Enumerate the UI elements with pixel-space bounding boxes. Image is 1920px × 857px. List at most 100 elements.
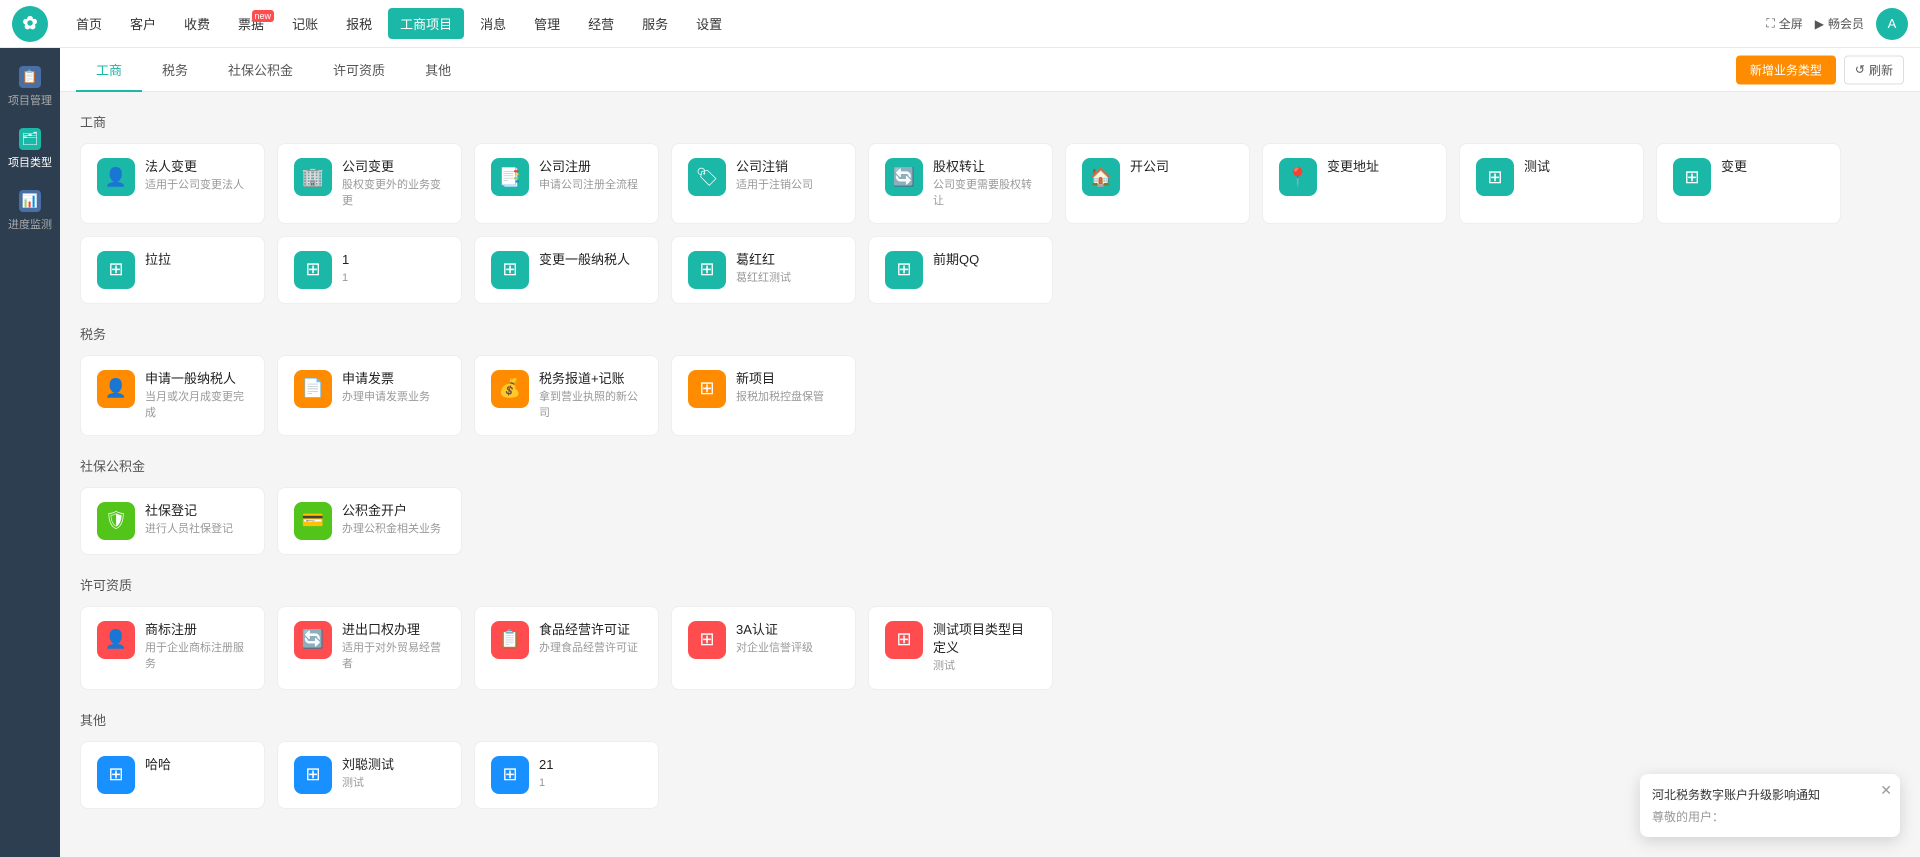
- card-title-11: 变更一般纳税人: [539, 251, 630, 269]
- card-icon-1: 🏢: [294, 158, 332, 196]
- nav-manage[interactable]: 管理: [522, 8, 572, 39]
- card-liucong-ceshi[interactable]: ⊞ 刘聪测试 测试: [277, 741, 462, 809]
- card-xk-title-3: 3A认证: [736, 621, 813, 639]
- card-one[interactable]: ⊞ 1 1: [277, 236, 462, 304]
- card-biangeng-납세[interactable]: ⊞ 变更一般纳税人: [474, 236, 659, 304]
- logo-icon: ✿: [22, 13, 37, 34]
- tab-gongshang[interactable]: 工商: [76, 49, 142, 92]
- card-3a-renzheng[interactable]: ⊞ 3A认证 对企业信誉评级: [671, 606, 856, 690]
- tab-bar: 工商 税务 社保公积金 许可资质 其他 新增业务类型 ↺ 刷新: [60, 48, 1920, 92]
- xuke-card-grid: 👤 商标注册 用于企业商标注册服务 🔄 进出口权办理 适用于对外贸易经营者 📋: [80, 606, 1900, 690]
- card-title-7: 测试: [1524, 158, 1550, 176]
- card-shenqing-yiban[interactable]: 👤 申请一般纳税人 当月或次月成变更完成: [80, 355, 265, 436]
- nav-fee[interactable]: 收费: [172, 8, 222, 39]
- tab-shuiwu[interactable]: 税务: [142, 49, 208, 92]
- card-title-1: 公司变更: [342, 158, 445, 176]
- tab-xuke[interactable]: 许可资质: [313, 49, 405, 92]
- card-qt-title-1: 刘聪测试: [342, 756, 394, 774]
- section-qita: 其他 ⊞ 哈哈 ⊞ 刘聪测试 测试 ⊞: [80, 710, 1900, 809]
- card-ceshi-xiangmu-leixing[interactable]: ⊞ 测试项目类型目定义 测试: [868, 606, 1053, 690]
- card-sw-desc-3: 报税加税控盘保管: [736, 390, 824, 405]
- card-faziren-biangeng[interactable]: 👤 法人变更 适用于公司变更法人: [80, 143, 265, 224]
- nav-settings[interactable]: 设置: [684, 8, 734, 39]
- card-shipin-xuke[interactable]: 📋 食品经营许可证 办理食品经营许可证: [474, 606, 659, 690]
- card-sw-icon-1: 📄: [294, 370, 332, 408]
- nav-message[interactable]: 消息: [468, 8, 518, 39]
- section-title-xuke: 许可资质: [80, 575, 1900, 594]
- gongshang-card-grid: 👤 法人变更 适用于公司变更法人 🏢 公司变更 股权变更外的业务变更 📑: [80, 143, 1900, 304]
- card-qt-icon-2: ⊞: [491, 756, 529, 794]
- nav-industry[interactable]: 工商项目: [388, 8, 464, 39]
- refresh-icon: ↺: [1855, 63, 1865, 77]
- sidebar-item-progress[interactable]: 📊 进度监测: [0, 180, 60, 242]
- card-qt-icon-1: ⊞: [294, 756, 332, 794]
- avatar[interactable]: A: [1876, 8, 1908, 40]
- notification-close-button[interactable]: ✕: [1880, 782, 1892, 799]
- nav-customer[interactable]: 客户: [118, 8, 168, 39]
- tab-qita[interactable]: 其他: [405, 49, 471, 92]
- card-ceshi[interactable]: ⊞ 测试: [1459, 143, 1644, 224]
- top-navigation: ✿ 首页 客户 收费 票据 new 记账 报税 工商项目 消息 管理 经营 服务…: [0, 0, 1920, 48]
- card-xk-desc-2: 办理食品经营许可证: [539, 641, 638, 656]
- card-sw-title-2: 税务报道+记账: [539, 370, 642, 388]
- refresh-button[interactable]: ↺ 刷新: [1844, 55, 1904, 84]
- card-sw-desc-0: 当月或次月成变更完成: [145, 390, 248, 421]
- app-logo[interactable]: ✿: [12, 6, 48, 42]
- card-xk-icon-0: 👤: [97, 621, 135, 659]
- card-icon-10: ⊞: [294, 251, 332, 289]
- card-icon-7: ⊞: [1476, 158, 1514, 196]
- fullscreen-button[interactable]: ⛶ 全屏: [1766, 15, 1802, 32]
- card-xk-desc-0: 用于企业商标注册服务: [145, 641, 248, 672]
- card-lala[interactable]: ⊞ 拉拉: [80, 236, 265, 304]
- nav-service[interactable]: 服务: [630, 8, 680, 39]
- section-title-shebao: 社保公积金: [80, 456, 1900, 475]
- nav-operation[interactable]: 经营: [576, 8, 626, 39]
- card-icon-9: ⊞: [97, 251, 135, 289]
- card-icon-5: 🏠: [1082, 158, 1120, 196]
- tab-shebao[interactable]: 社保公积金: [208, 49, 313, 92]
- card-gongsi-biangeng[interactable]: 🏢 公司变更 股权变更外的业务变更: [277, 143, 462, 224]
- card-gehonghong[interactable]: ⊞ 葛红红 葛红红测试: [671, 236, 856, 304]
- section-xuke: 许可资质 👤 商标注册 用于企业商标注册服务 🔄 进出口权办理 适用于对外贸易经…: [80, 575, 1900, 690]
- nav-ticket[interactable]: 票据 new: [226, 8, 276, 39]
- new-badge: new: [252, 10, 275, 22]
- card-gongsi-zhuxiao[interactable]: 🏷 公司注销 适用于注销公司: [671, 143, 856, 224]
- project-type-icon: 🗂: [19, 128, 41, 150]
- sidebar-item-project-manage[interactable]: 📋 项目管理: [0, 56, 60, 118]
- card-icon-2: 📑: [491, 158, 529, 196]
- card-shenqing-fapiao[interactable]: 📄 申请发票 办理申请发票业务: [277, 355, 462, 436]
- card-haha[interactable]: ⊞ 哈哈: [80, 741, 265, 809]
- card-sb-title-0: 社保登记: [145, 502, 233, 520]
- card-biangeng2[interactable]: ⊞ 变更: [1656, 143, 1841, 224]
- card-biangeng-dizhi[interactable]: 📍 变更地址: [1262, 143, 1447, 224]
- nav-bookkeep[interactable]: 记账: [280, 8, 330, 39]
- card-desc-3: 适用于注销公司: [736, 178, 813, 193]
- card-qianqiqq[interactable]: ⊞ 前期QQ: [868, 236, 1053, 304]
- sidebar-item-project-type[interactable]: 🗂 项目类型: [0, 118, 60, 180]
- card-21[interactable]: ⊞ 21 1: [474, 741, 659, 809]
- card-gongsi-zhuce[interactable]: 📑 公司注册 申请公司注册全流程: [474, 143, 659, 224]
- card-xk-icon-4: ⊞: [885, 621, 923, 659]
- card-sw-desc-2: 拿到营业执照的新公司: [539, 390, 642, 421]
- card-title-9: 拉拉: [145, 251, 171, 269]
- card-gjj-kaihu[interactable]: 💳 公积金开户 办理公积金相关业务: [277, 487, 462, 555]
- section-gongshang: 工商 👤 法人变更 适用于公司变更法人 🏢 公司变更 股权变更外的业务变更: [80, 112, 1900, 304]
- card-shebao-dengji[interactable]: 🛡 社保登记 进行人员社保登记: [80, 487, 265, 555]
- nav-home[interactable]: 首页: [64, 8, 114, 39]
- card-xin-xiangmu[interactable]: ⊞ 新项目 报税加税控盘保管: [671, 355, 856, 436]
- card-shangbiao-zhuce[interactable]: 👤 商标注册 用于企业商标注册服务: [80, 606, 265, 690]
- card-icon-12: ⊞: [688, 251, 726, 289]
- card-shuiwu-baodao[interactable]: 💰 税务报道+记账 拿到营业执照的新公司: [474, 355, 659, 436]
- card-desc-10: 1: [342, 271, 349, 286]
- nav-tax[interactable]: 报税: [334, 8, 384, 39]
- card-sb-icon-0: 🛡: [97, 502, 135, 540]
- card-xk-title-4: 测试项目类型目定义: [933, 621, 1036, 657]
- card-jinchuko-banli[interactable]: 🔄 进出口权办理 适用于对外贸易经营者: [277, 606, 462, 690]
- add-business-type-button[interactable]: 新增业务类型: [1736, 55, 1836, 84]
- member-button[interactable]: ▶ 畅会员: [1815, 15, 1864, 32]
- card-kai-gongsi[interactable]: 🏠 开公司: [1065, 143, 1250, 224]
- card-title-10: 1: [342, 251, 349, 269]
- section-title-shuiwu: 税务: [80, 324, 1900, 343]
- card-title-5: 开公司: [1130, 158, 1169, 176]
- card-guquan-zhuanrang[interactable]: 🔄 股权转让 公司变更需要股权转让: [868, 143, 1053, 224]
